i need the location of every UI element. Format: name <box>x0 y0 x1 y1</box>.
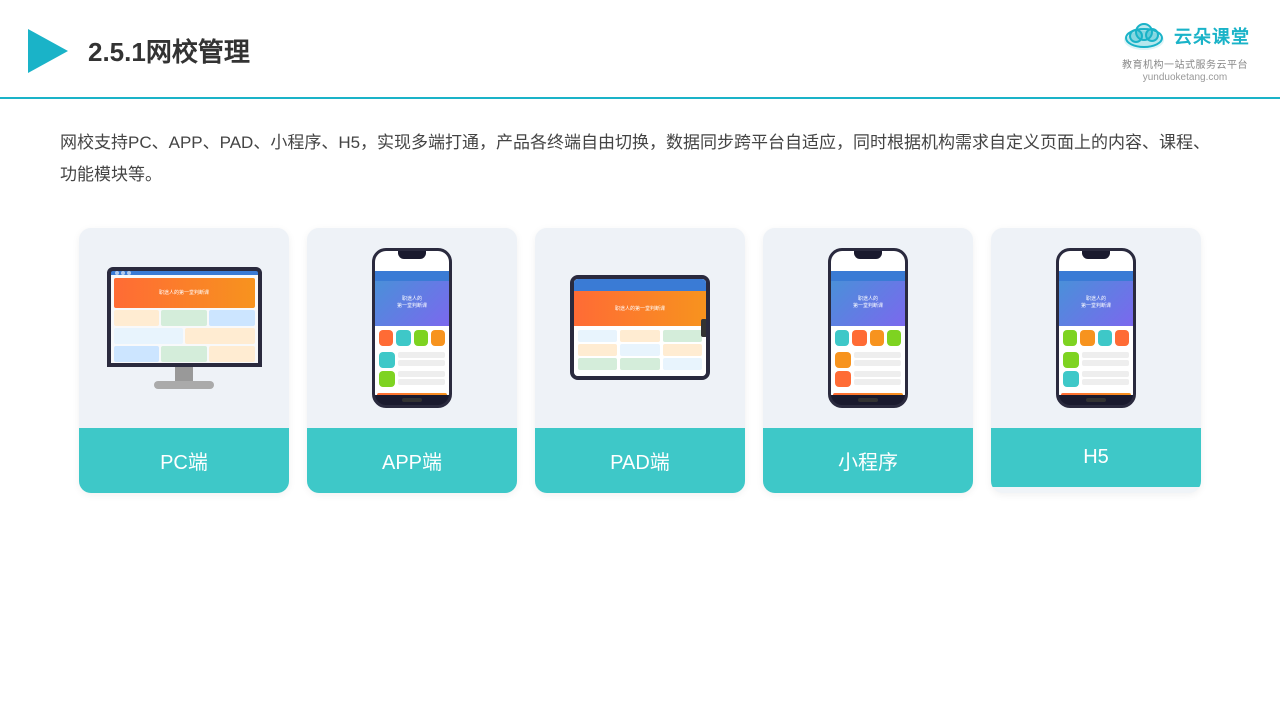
monitor-screen: 职途人的第一堂判断课 <box>107 267 262 367</box>
logo-subtitle: 教育机构一站式服务云平台 <box>1122 56 1248 71</box>
tablet-screen: 职途人的第一堂判断课 <box>574 279 706 376</box>
card-miniprogram: 职途人的第一堂判断课 <box>763 228 973 493</box>
logo-cloud: 云朵课堂 <box>1120 18 1250 54</box>
logo-url: yunduoketang.com <box>1143 72 1228 83</box>
tablet-mockup: 职途人的第一堂判断课 <box>570 275 710 380</box>
card-pad-label: PAD端 <box>535 428 745 493</box>
logo-text: 云朵课堂 <box>1174 23 1250 49</box>
phone-screen: 职途人的第一堂判断课 <box>375 251 449 395</box>
card-miniprogram-label: 小程序 <box>763 428 973 493</box>
card-h5: 职途人的第一堂判断课 <box>991 228 1201 493</box>
cloud-icon <box>1120 18 1168 54</box>
brand-logo-icon <box>20 25 72 77</box>
page-header: 2.5.1网校管理 云朵课堂 教育机构一站式服务云平台 yunduoketang… <box>0 0 1280 99</box>
header-left: 2.5.1网校管理 <box>20 25 250 77</box>
platform-cards-grid: 职途人的第一堂判断课 <box>60 228 1220 493</box>
card-pc: 职途人的第一堂判断课 <box>79 228 289 493</box>
card-pad: 职途人的第一堂判断课 <box>535 228 745 493</box>
title-text: 网校管理 <box>146 37 250 67</box>
card-h5-image: 职途人的第一堂判断课 <box>991 228 1201 428</box>
card-pc-label: PC端 <box>79 428 289 493</box>
phone-mockup-3: 职途人的第一堂判断课 <box>1056 248 1136 408</box>
logo-area: 云朵课堂 教育机构一站式服务云平台 yunduoketang.com <box>1120 18 1250 83</box>
card-miniprogram-image: 职途人的第一堂判断课 <box>763 228 973 428</box>
main-content: 网校支持PC、APP、PAD、小程序、H5，实现多端打通，产品各终端自由切换，数… <box>0 99 1280 513</box>
card-h5-label: H5 <box>991 428 1201 487</box>
phone-notch <box>398 251 426 259</box>
monitor-mockup: 职途人的第一堂判断课 <box>107 267 262 389</box>
title-number: 2.5.1 <box>88 37 146 67</box>
phone-mockup-2: 职途人的第一堂判断课 <box>828 248 908 408</box>
card-pad-image: 职途人的第一堂判断课 <box>535 228 745 428</box>
card-pc-image: 职途人的第一堂判断课 <box>79 228 289 428</box>
card-app-label: APP端 <box>307 428 517 493</box>
phone-screen-2: 职途人的第一堂判断课 <box>831 251 905 395</box>
phone-mockup: 职途人的第一堂判断课 <box>372 248 452 408</box>
phone-screen-3: 职途人的第一堂判断课 <box>1059 251 1133 395</box>
card-app-image: 职途人的第一堂判断课 <box>307 228 517 428</box>
card-app: 职途人的第一堂判断课 <box>307 228 517 493</box>
tablet-home-btn <box>701 319 707 337</box>
description-text: 网校支持PC、APP、PAD、小程序、H5，实现多端打通，产品各终端自由切换，数… <box>60 127 1220 192</box>
page-title: 2.5.1网校管理 <box>88 32 250 69</box>
phone-notch-3 <box>1082 251 1110 259</box>
phone-notch-2 <box>854 251 882 259</box>
